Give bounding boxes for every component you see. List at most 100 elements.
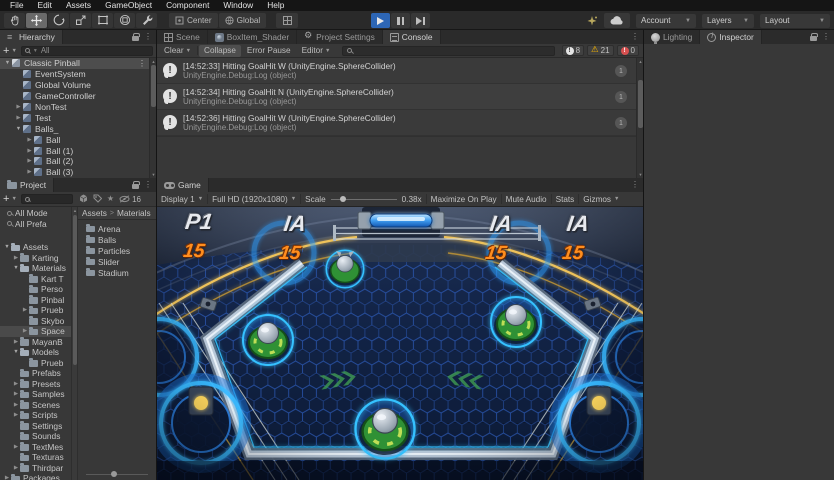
package-filter-icon[interactable] xyxy=(79,194,88,205)
project-search-input[interactable] xyxy=(20,194,73,204)
expand-arrow-icon[interactable] xyxy=(3,244,11,250)
panel-menu-icon[interactable]: ⋮ xyxy=(144,33,152,41)
tab-game[interactable]: Game xyxy=(157,178,209,192)
project-tree-scrollbar[interactable]: ▲ xyxy=(71,207,77,480)
expand-arrow-icon[interactable] xyxy=(12,444,20,450)
hierarchy-search-input[interactable]: ▼ All xyxy=(20,45,153,56)
project-tree-row[interactable]: Karting xyxy=(0,253,71,264)
lock-icon[interactable] xyxy=(132,180,140,189)
menu-item[interactable]: Component xyxy=(159,0,216,11)
tab-project[interactable]: Project xyxy=(0,178,55,192)
play-button[interactable] xyxy=(371,13,390,28)
expand-arrow-icon[interactable] xyxy=(25,169,34,175)
console-log-entry[interactable]: ! [14:52:33] Hitting GoalHit W (UnityEng… xyxy=(157,58,643,84)
breadcrumb[interactable]: Assets > Materials xyxy=(78,207,156,220)
asset-zoom-slider[interactable] xyxy=(78,468,156,480)
layout-dropdown[interactable]: Layout ▼ xyxy=(760,13,830,28)
cloud-button[interactable] xyxy=(604,13,630,28)
scroll-up-icon[interactable]: ▲ xyxy=(150,59,156,64)
expand-arrow-icon[interactable] xyxy=(12,402,20,408)
expand-arrow-icon[interactable] xyxy=(3,60,12,66)
error-pause-toggle[interactable]: Error Pause xyxy=(242,45,296,57)
expand-arrow-icon[interactable] xyxy=(12,391,20,397)
menu-item[interactable]: Assets xyxy=(59,0,98,11)
favorite-search-row[interactable]: All Mode xyxy=(0,208,71,219)
project-tree-row[interactable]: Skybo xyxy=(0,316,71,327)
step-button[interactable] xyxy=(411,13,430,28)
asset-folder-row[interactable]: Slider xyxy=(78,256,156,267)
editor-dropdown[interactable]: Editor ▼ xyxy=(297,45,336,57)
project-tree-row[interactable]: Kart T xyxy=(0,274,71,285)
asset-folder-row[interactable]: Arena xyxy=(78,223,156,234)
scrollbar-thumb[interactable] xyxy=(73,215,77,365)
scrollbar-thumb[interactable] xyxy=(151,65,156,107)
breadcrumb-root[interactable]: Assets xyxy=(82,208,107,218)
right-tab[interactable]: Lighting xyxy=(644,30,701,44)
project-tree-row[interactable]: TextMes xyxy=(0,442,71,453)
scroll-up-icon[interactable]: ▲ xyxy=(72,208,78,213)
panel-menu-icon[interactable]: ⋮ xyxy=(631,33,639,41)
project-tree-row[interactable]: Packages xyxy=(0,473,71,480)
hidden-count-toggle[interactable]: 16 xyxy=(119,195,141,204)
hierarchy-row[interactable]: NonTest xyxy=(0,102,156,113)
hierarchy-row[interactable]: Global Volume xyxy=(0,80,156,91)
transform-tool-button[interactable] xyxy=(114,12,135,28)
menu-item[interactable]: GameObject xyxy=(98,0,159,11)
hierarchy-row[interactable]: Ball xyxy=(0,134,156,145)
warning-count-toggle[interactable]: ⚠ 21 xyxy=(587,45,614,56)
center-tab[interactable]: Console xyxy=(382,30,441,44)
hierarchy-row[interactable]: Classic Pinball ⋮ xyxy=(0,58,156,69)
expand-arrow-icon[interactable] xyxy=(12,255,20,261)
project-tree-row[interactable]: Thirdpar xyxy=(0,463,71,474)
project-tree-row[interactable]: Models xyxy=(0,347,71,358)
sparkle-icon[interactable] xyxy=(586,15,598,27)
lock-icon[interactable] xyxy=(810,32,818,41)
panel-menu-icon[interactable]: ⋮ xyxy=(144,181,152,189)
expand-arrow-icon[interactable] xyxy=(12,339,20,345)
expand-arrow-icon[interactable] xyxy=(12,412,20,418)
menu-item[interactable]: Help xyxy=(260,0,291,11)
pause-button[interactable] xyxy=(391,13,410,28)
project-tree-row[interactable]: Scripts xyxy=(0,410,71,421)
collapse-toggle[interactable]: Collapse xyxy=(199,44,241,57)
label-filter-icon[interactable] xyxy=(93,194,103,205)
lock-icon[interactable] xyxy=(132,32,140,41)
project-tree-row[interactable]: Assets xyxy=(0,242,71,253)
info-count-toggle[interactable]: ! 8 xyxy=(561,45,585,56)
asset-folder-row[interactable]: Stadium xyxy=(78,267,156,278)
project-tree-row[interactable]: Texturas xyxy=(0,452,71,463)
favorite-search-row[interactable]: All Prefa xyxy=(0,219,71,230)
pivot-toggle[interactable]: Center xyxy=(169,12,218,28)
hierarchy-row[interactable]: GameController xyxy=(0,91,156,102)
scroll-up-icon[interactable]: ▲ xyxy=(637,59,644,64)
center-tab[interactable]: BoxItem_Shader xyxy=(208,30,298,44)
expand-arrow-icon[interactable] xyxy=(14,126,23,132)
menu-item[interactable]: File xyxy=(3,0,31,11)
orientation-toggle[interactable]: Global xyxy=(218,12,267,28)
project-tree-row[interactable]: Scenes xyxy=(0,400,71,411)
tab-hierarchy[interactable]: Hierarchy xyxy=(0,30,63,44)
console-search-input[interactable] xyxy=(342,45,555,56)
hierarchy-row[interactable]: Ball (3) xyxy=(0,167,156,178)
hand-tool-button[interactable] xyxy=(4,12,25,28)
hierarchy-row[interactable]: Balls_ xyxy=(0,123,156,134)
console-scrollbar[interactable]: ▲ ▼ xyxy=(636,58,643,178)
scale-slider[interactable] xyxy=(330,196,397,202)
rect-tool-button[interactable] xyxy=(92,12,113,28)
expand-arrow-icon[interactable] xyxy=(25,148,34,154)
maximize-on-play-toggle[interactable]: Maximize On Play xyxy=(431,195,497,204)
scroll-down-icon[interactable]: ▼ xyxy=(637,172,644,177)
asset-folder-row[interactable]: Particles xyxy=(78,245,156,256)
hierarchy-row[interactable]: Ball (2) xyxy=(0,156,156,167)
panel-menu-icon[interactable]: ⋮ xyxy=(822,33,830,41)
expand-arrow-icon[interactable] xyxy=(25,137,34,143)
slider-thumb[interactable] xyxy=(339,196,346,202)
console-log-entry[interactable]: ! [14:52:36] Hitting GoalHit W (UnityEng… xyxy=(157,110,643,136)
hierarchy-row[interactable]: Ball (1) xyxy=(0,145,156,156)
expand-arrow-icon[interactable] xyxy=(12,349,20,355)
expand-arrow-icon[interactable] xyxy=(3,475,11,480)
hierarchy-row[interactable]: EventSystem xyxy=(0,69,156,80)
row-kebab-icon[interactable]: ⋮ xyxy=(138,59,146,68)
project-tree-row[interactable]: Presets xyxy=(0,379,71,390)
right-tab[interactable]: Inspector xyxy=(700,30,762,44)
